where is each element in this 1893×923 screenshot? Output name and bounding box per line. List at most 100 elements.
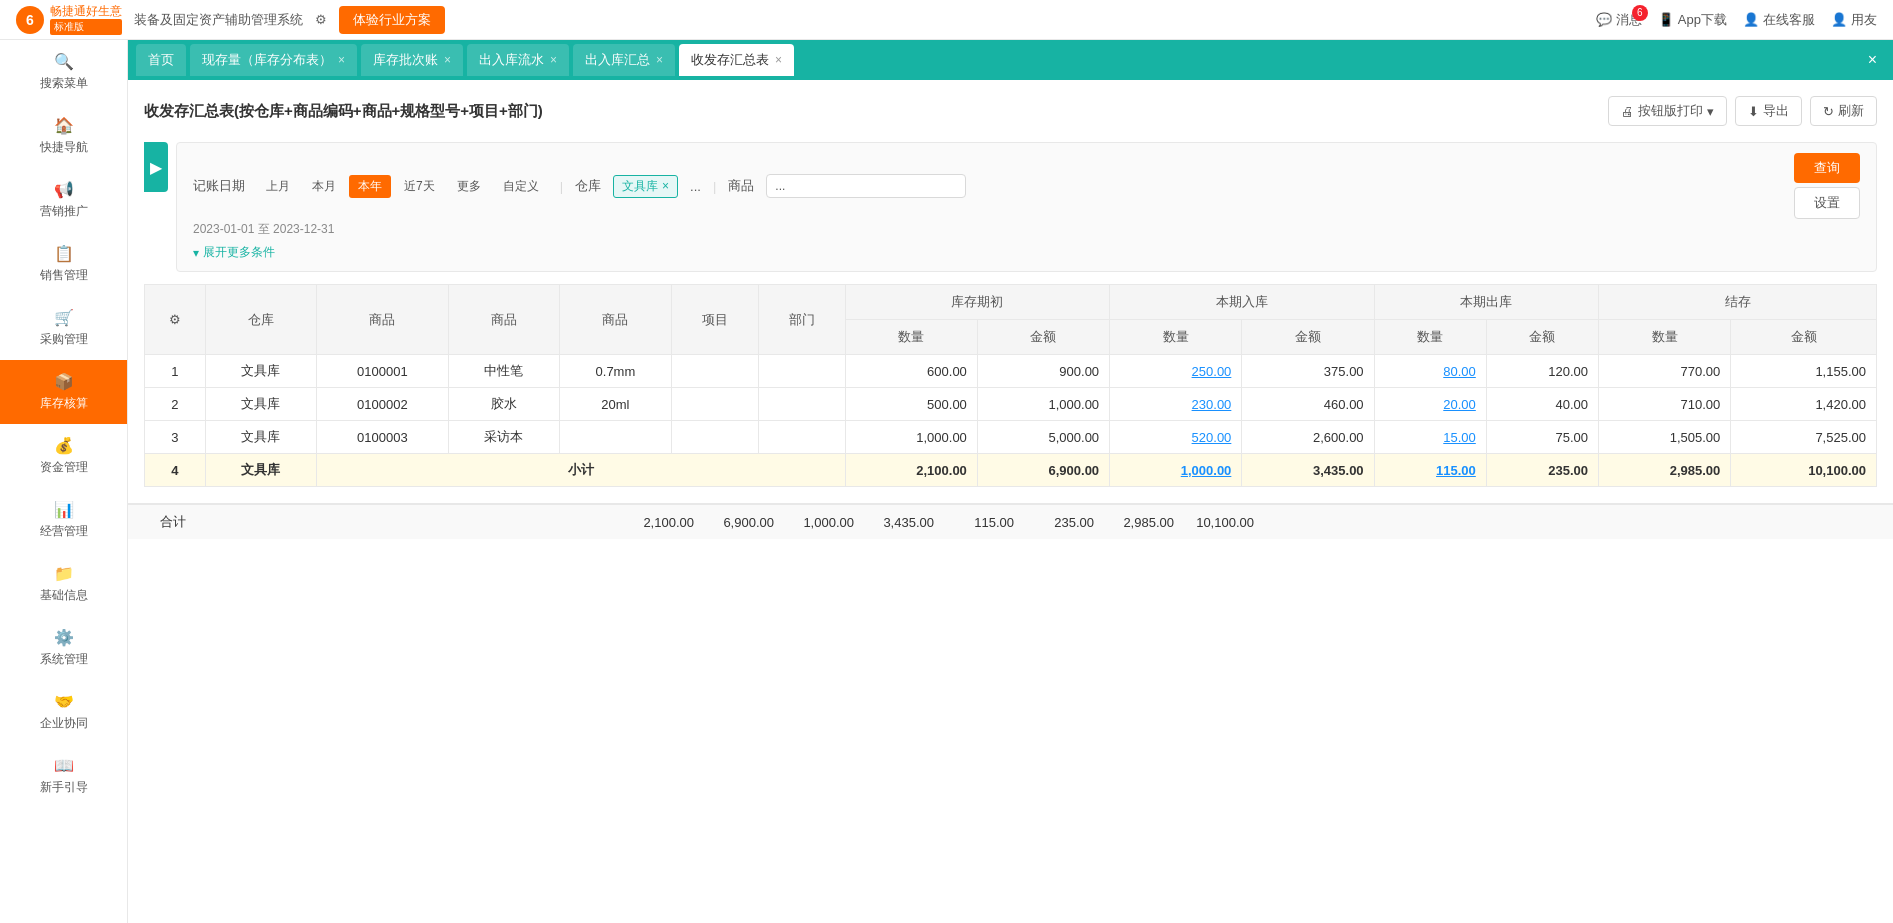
- col-closing-qty-header: 数量: [1599, 320, 1731, 355]
- date-btn-7days[interactable]: 近7天: [395, 175, 444, 198]
- trial-button[interactable]: 体验行业方案: [339, 6, 445, 34]
- cell-out-qty-2[interactable]: 20.00: [1374, 388, 1486, 421]
- total-in-qty: 1,000.00: [784, 515, 864, 530]
- sidebar-item-marketing[interactable]: 📢 营销推广: [0, 168, 127, 232]
- warehouse-more-dots[interactable]: ...: [690, 179, 701, 194]
- cell-in-amount-1: 375.00: [1242, 355, 1374, 388]
- col-goods-spec-header: 商品: [559, 285, 671, 355]
- cell-subtotal-out-amount: 235.00: [1486, 454, 1598, 487]
- cell-out-amount-2: 40.00: [1486, 388, 1598, 421]
- date-btn-custom[interactable]: 自定义: [494, 175, 548, 198]
- col-opening-qty-header: 数量: [845, 320, 977, 355]
- filter-divider: |: [560, 179, 563, 194]
- cell-opening-qty-2: 500.00: [845, 388, 977, 421]
- tab-batch-ledger-label: 库存批次账: [373, 51, 438, 69]
- tab-inout-summary[interactable]: 出入库汇总 ×: [573, 44, 675, 76]
- sidebar-item-cooperation[interactable]: 🤝 企业协同: [0, 680, 127, 744]
- tab-inventory-dist[interactable]: 现存量（库存分布表） ×: [190, 44, 357, 76]
- tab-inventory-dist-close[interactable]: ×: [338, 53, 345, 67]
- cell-closing-qty-1: 770.00: [1599, 355, 1731, 388]
- col-settings-header[interactable]: ⚙: [145, 285, 206, 355]
- query-button[interactable]: 查询: [1794, 153, 1860, 183]
- tab-recv-send-summary-close[interactable]: ×: [775, 53, 782, 67]
- page-title: 收发存汇总表(按仓库+商品编码+商品+规格型号+项目+部门): [144, 102, 543, 121]
- cell-out-qty-3[interactable]: 15.00: [1374, 421, 1486, 454]
- sidebar-item-finance[interactable]: 💰 资金管理: [0, 424, 127, 488]
- sidebar-item-operation[interactable]: 📊 经营管理: [0, 488, 127, 552]
- cell-in-qty-1[interactable]: 250.00: [1110, 355, 1242, 388]
- total-closing-qty: 2,985.00: [1104, 515, 1184, 530]
- expand-icon: ▾: [193, 246, 199, 260]
- label-badge: 标准版: [50, 19, 122, 35]
- date-btn-this-year[interactable]: 本年: [349, 175, 391, 198]
- goods-label: 商品: [728, 177, 754, 195]
- print-icon: 🖨: [1621, 104, 1634, 119]
- guide-icon: 📖: [54, 756, 74, 775]
- date-btn-this-month[interactable]: 本月: [303, 175, 345, 198]
- expand-conditions-button[interactable]: ▾ 展开更多条件: [193, 244, 1860, 261]
- cell-subtotal-in-qty[interactable]: 1,000.00: [1110, 454, 1242, 487]
- expand-label: 展开更多条件: [203, 244, 275, 261]
- top-bar-right: 💬 消息 6 📱 App下载 👤 在线客服 👤 用友: [1596, 11, 1877, 29]
- date-options: 上月 本月 本年 近7天 更多 自定义: [257, 175, 548, 198]
- date-btn-more[interactable]: 更多: [448, 175, 490, 198]
- goods-dots: ...: [775, 179, 785, 193]
- page-actions: 🖨 按钮版打印 ▾ ⬇ 导出 ↻ 刷新: [1608, 96, 1877, 126]
- sidebar-item-basicinfo[interactable]: 📁 基础信息: [0, 552, 127, 616]
- export-button[interactable]: ⬇ 导出: [1735, 96, 1802, 126]
- cell-goods-code-1: 0100001: [316, 355, 448, 388]
- cell-closing-qty-2: 710.00: [1599, 388, 1731, 421]
- tab-batch-ledger-close[interactable]: ×: [444, 53, 451, 67]
- tab-recv-send-summary[interactable]: 收发存汇总表 ×: [679, 44, 794, 76]
- cell-in-amount-2: 460.00: [1242, 388, 1374, 421]
- cell-warehouse-2: 文具库: [205, 388, 316, 421]
- notification-icon[interactable]: 💬 消息 6: [1596, 11, 1642, 29]
- table-row: 1 文具库 0100001 中性笔 0.7mm 600.00 900.00: [145, 355, 1877, 388]
- cell-in-qty-3[interactable]: 520.00: [1110, 421, 1242, 454]
- sidebar-item-quicknav[interactable]: 🏠 快捷导航: [0, 104, 127, 168]
- sidebar-item-system[interactable]: ⚙️ 系统管理: [0, 616, 127, 680]
- sidebar-label-system: 系统管理: [40, 651, 88, 668]
- print-button[interactable]: 🖨 按钮版打印 ▾: [1608, 96, 1727, 126]
- tab-inout-flow[interactable]: 出入库流水 ×: [467, 44, 569, 76]
- page-title-row: 收发存汇总表(按仓库+商品编码+商品+规格型号+项目+部门) 🖨 按钮版打印 ▾…: [144, 96, 1877, 126]
- top-bar: 6 畅捷通好生意 标准版 装备及固定资产辅助管理系统 ⚙ 体验行业方案 💬 消息…: [0, 0, 1893, 40]
- sidebar-item-sales[interactable]: 📋 销售管理: [0, 232, 127, 296]
- user-name: 用友: [1851, 11, 1877, 29]
- cell-goods-name-2: 胶水: [449, 388, 560, 421]
- goods-input[interactable]: ...: [766, 174, 966, 198]
- refresh-button[interactable]: ↻ 刷新: [1810, 96, 1877, 126]
- tab-home[interactable]: 首页: [136, 44, 186, 76]
- warehouse-tag-remove[interactable]: ×: [662, 179, 669, 193]
- sidebar-item-inventory[interactable]: 📦 库存核算: [0, 360, 127, 424]
- cell-project-1: [672, 355, 759, 388]
- sidebar-label-basicinfo: 基础信息: [40, 587, 88, 604]
- cell-dept-1: [758, 355, 845, 388]
- sidebar-item-purchase[interactable]: 🛒 采购管理: [0, 296, 127, 360]
- inventory-icon: 📦: [54, 372, 74, 391]
- sidebar-item-search[interactable]: 🔍 搜索菜单: [0, 40, 127, 104]
- settings-icon[interactable]: ⚙: [315, 12, 327, 27]
- data-table: ⚙ 仓库 商品 商品 商品 项目 部门 库存期初 本期入库 本期出库: [144, 284, 1877, 487]
- cell-subtotal-out-qty[interactable]: 115.00: [1374, 454, 1486, 487]
- cell-out-qty-1[interactable]: 80.00: [1374, 355, 1486, 388]
- refresh-icon: ↻: [1823, 104, 1834, 119]
- sidebar-item-guide[interactable]: 📖 新手引导: [0, 744, 127, 808]
- refresh-label: 刷新: [1838, 102, 1864, 120]
- search-icon: 🔍: [54, 52, 74, 71]
- app-download-icon[interactable]: 📱 App下载: [1658, 11, 1727, 29]
- online-service-icon[interactable]: 👤 在线客服: [1743, 11, 1815, 29]
- tab-batch-ledger[interactable]: 库存批次账 ×: [361, 44, 463, 76]
- warehouse-tag-value: 文具库: [622, 178, 658, 195]
- table-row: 2 文具库 0100002 胶水 20ml 500.00 1,000.00: [145, 388, 1877, 421]
- filter-collapse-button[interactable]: ▶: [144, 142, 168, 192]
- cell-opening-amount-1: 900.00: [977, 355, 1109, 388]
- settings-button[interactable]: 设置: [1794, 187, 1860, 219]
- tab-inout-flow-close[interactable]: ×: [550, 53, 557, 67]
- date-btn-last-month[interactable]: 上月: [257, 175, 299, 198]
- cell-in-qty-2[interactable]: 230.00: [1110, 388, 1242, 421]
- user-icon[interactable]: 👤 用友: [1831, 11, 1877, 29]
- cell-rownum-2: 2: [145, 388, 206, 421]
- tab-bar-close[interactable]: ×: [1860, 51, 1885, 69]
- tab-inout-summary-close[interactable]: ×: [656, 53, 663, 67]
